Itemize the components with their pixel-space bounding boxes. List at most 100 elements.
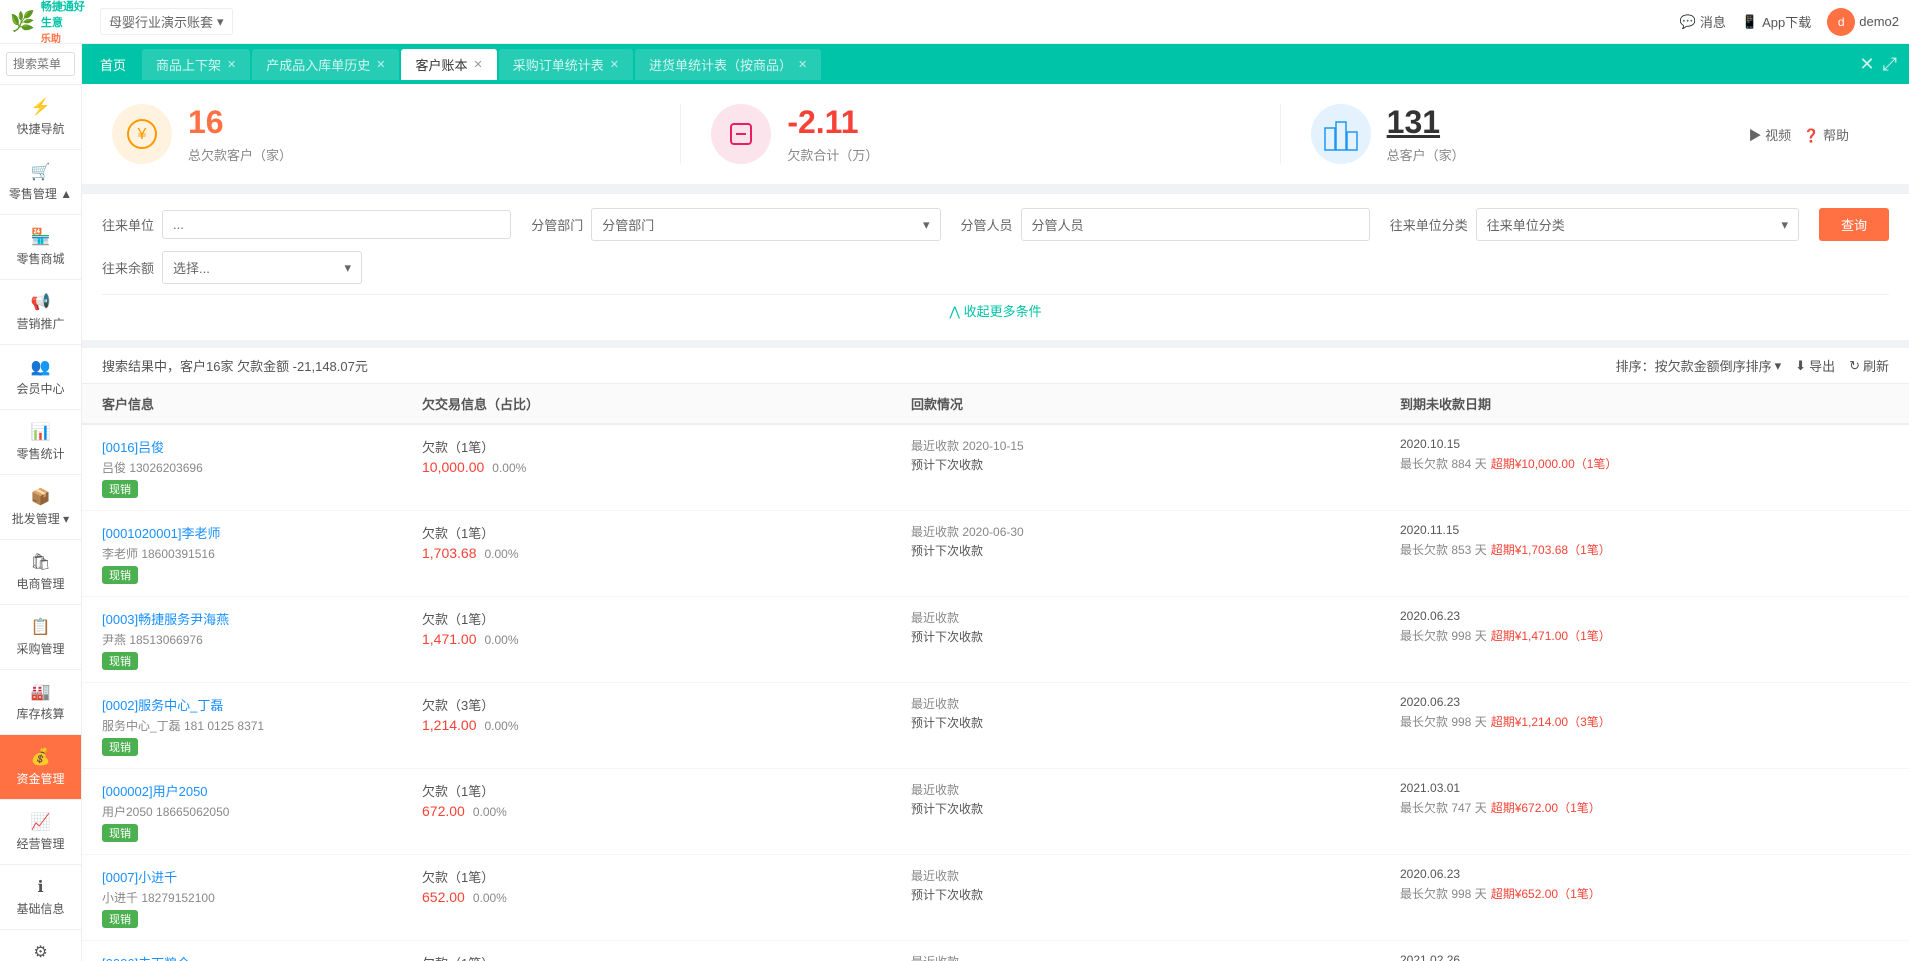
table-row: [0002]服务中心_丁磊 服务中心_丁磊 181 0125 8371 现销 欠… — [82, 683, 1909, 769]
retail-mgmt-icon: 🛒 — [0, 162, 81, 182]
query-button[interactable]: 查询 — [1819, 208, 1889, 241]
customer-name-6[interactable]: [0006]去下粮仓 — [102, 953, 422, 961]
filter-source-unit: 往来单位 ... — [102, 210, 511, 239]
table-row: [0007]小进千 小进千 18279152100 现销 欠款（1笔） 652.… — [82, 855, 1909, 941]
debt-customers-value: 16 — [188, 104, 292, 141]
debt-customers-icon: ¥ — [112, 104, 172, 164]
phone-icon: 📱 — [1742, 14, 1758, 30]
debt-amount-1: 1,703.68 — [422, 545, 477, 561]
overdue-link-1[interactable]: 超期¥1,703.68（1笔） — [1491, 543, 1611, 557]
tab-close-purchase-order[interactable]: ✕ — [610, 58, 619, 71]
tab-close-customer-account[interactable]: ✕ — [474, 58, 483, 71]
customer-name-3[interactable]: [0002]服务中心_丁磊 — [102, 695, 422, 714]
customer-sub-3: 服务中心_丁磊 181 0125 8371 — [102, 717, 422, 734]
customer-sub-1: 李老师 18600391516 — [102, 545, 422, 562]
unit-class-select[interactable]: 往来单位分类 ▾ — [1476, 208, 1799, 241]
customer-name-4[interactable]: [000002]用户2050 — [102, 781, 422, 800]
sidebar-item-sys[interactable]: ⚙ 系统管理 — [0, 930, 81, 961]
debt-cell-0: 欠款（1笔） 10,000.000.00% — [422, 437, 911, 475]
due-cell-1: 2020.11.15 最长欠款 853 天超期¥1,703.68（1笔） — [1400, 523, 1889, 558]
sidebar-item-wholesale[interactable]: 📦 批发管理 ▾ — [0, 475, 81, 540]
return-date-3: 最近收款 — [911, 695, 1400, 712]
sidebar-item-finance[interactable]: 💰 资金管理 — [0, 735, 81, 800]
filter-unit-class: 往来单位分类 往来单位分类 ▾ — [1390, 208, 1799, 241]
content-area: 首页 商品上下架 ✕ 产成品入库单历史 ✕ 客户账本 ✕ 采购订单统计表 ✕ — [82, 44, 1909, 961]
sidebar-item-basic-info[interactable]: ℹ 基础信息 — [0, 865, 81, 930]
tab-bar-controls: ✕ ⤢ — [1860, 54, 1906, 75]
tab-close-all-btn[interactable]: ✕ — [1860, 54, 1875, 75]
overdue-link-2[interactable]: 超期¥1,471.00（1笔） — [1491, 629, 1611, 643]
member-icon: 👥 — [0, 357, 81, 377]
tab-close-product-history[interactable]: ✕ — [376, 58, 385, 71]
purchase-icon: 📋 — [0, 617, 81, 637]
app-slogan: 乐助 — [41, 30, 90, 45]
export-btn[interactable]: ⬇ 导出 — [1795, 356, 1835, 375]
source-unit-input[interactable]: ... — [162, 210, 511, 239]
sidebar-item-retail-stats[interactable]: 📊 零售统计 — [0, 410, 81, 475]
sidebar-item-purchase[interactable]: 📋 采购管理 — [0, 605, 81, 670]
top-bar: 🌿 畅捷通好生意 乐助 母婴行业演示账套 ▾ 💬 消息 📱 App下载 d de… — [0, 0, 1909, 44]
sidebar-search-input[interactable] — [6, 52, 75, 76]
customer-cell-3: [0002]服务中心_丁磊 服务中心_丁磊 181 0125 8371 现销 — [102, 695, 422, 756]
sidebar-item-marketing[interactable]: 📢 营销推广 — [0, 280, 81, 345]
tab-product-history[interactable]: 产成品入库单历史 ✕ — [252, 49, 399, 80]
balance-label: 往来余额 — [102, 258, 154, 277]
return-cell-0: 最近收款 2020-10-15 预计下次收款 — [911, 437, 1400, 473]
chevron-icon: ▲ — [60, 187, 72, 201]
customer-tag-2: 现销 — [102, 652, 138, 670]
ops-icon: 📈 — [0, 812, 81, 832]
overdue-link-0[interactable]: 超期¥10,000.00（1笔） — [1491, 457, 1618, 471]
customer-cell-5: [0007]小进千 小进千 18279152100 现销 — [102, 867, 422, 928]
due-cell-2: 2020.06.23 最长欠款 998 天超期¥1,471.00（1笔） — [1400, 609, 1889, 644]
filter-row-2: 往来余额 选择... ▾ — [102, 251, 1889, 284]
sidebar-item-ops[interactable]: 📈 经营管理 — [0, 800, 81, 865]
message-btn[interactable]: 💬 消息 — [1680, 12, 1726, 31]
customer-name-1[interactable]: [0001020001]李老师 — [102, 523, 422, 542]
help-btn[interactable]: ❓ 帮助 — [1803, 125, 1849, 144]
overdue-link-3[interactable]: 超期¥1,214.00（3笔） — [1491, 715, 1611, 729]
refresh-btn[interactable]: ↻ 刷新 — [1849, 356, 1889, 375]
next-payment-5: 预计下次收款 — [911, 886, 1400, 903]
tab-bar: 首页 商品上下架 ✕ 产成品入库单历史 ✕ 客户账本 ✕ 采购订单统计表 ✕ — [82, 44, 1909, 84]
industry-selector[interactable]: 母婴行业演示账套 ▾ — [100, 8, 233, 35]
customer-cell-1: [0001020001]李老师 李老师 18600391516 现销 — [102, 523, 422, 584]
customer-name-5[interactable]: [0007]小进千 — [102, 867, 422, 886]
tab-home[interactable]: 首页 — [86, 49, 140, 80]
sidebar-item-quick-nav[interactable]: ⚡ 快捷导航 — [0, 85, 81, 150]
user-avatar[interactable]: d demo2 — [1827, 8, 1899, 36]
tab-close-incoming-stats[interactable]: ✕ — [798, 58, 807, 71]
balance-select[interactable]: 选择... ▾ — [162, 251, 362, 284]
app-download-btn[interactable]: 📱 App下载 — [1742, 12, 1811, 31]
customer-name-2[interactable]: [0003]畅捷服务尹海燕 — [102, 609, 422, 628]
customer-name-0[interactable]: [0016]吕俊 — [102, 437, 422, 456]
sidebar-item-retail-mall[interactable]: 🏪 零售商城 — [0, 215, 81, 280]
overdue-days-5: 最长欠款 998 天 — [1400, 887, 1487, 901]
chevron-down-icon: ▾ — [344, 260, 351, 276]
tab-customer-account[interactable]: 客户账本 ✕ — [401, 49, 496, 80]
overdue-link-4[interactable]: 超期¥672.00（1笔） — [1491, 801, 1601, 815]
tab-product-offshelf[interactable]: 商品上下架 ✕ — [142, 49, 250, 80]
tab-expand-btn[interactable]: ⤢ — [1883, 54, 1897, 75]
sidebar-item-inventory[interactable]: 🏭 库存核算 — [0, 670, 81, 735]
tab-purchase-order[interactable]: 采购订单统计表 ✕ — [499, 49, 633, 80]
tab-close-product-offshelf[interactable]: ✕ — [227, 58, 236, 71]
debt-customers-label: 总欠款客户（家） — [188, 145, 292, 164]
sidebar-item-member[interactable]: 👥 会员中心 — [0, 345, 81, 410]
stat-card-debt-customers: ¥ 16 总欠款客户（家） — [112, 104, 681, 164]
due-cell-4: 2021.03.01 最长欠款 747 天超期¥672.00（1笔） — [1400, 781, 1889, 816]
overdue-link-5[interactable]: 超期¥652.00（1笔） — [1491, 887, 1601, 901]
debt-count-2: 欠款（1笔） — [422, 609, 911, 628]
filter-row-1: 往来单位 ... 分管部门 分管部门 ▾ — [102, 208, 1889, 241]
view-video-btn[interactable]: ▶ 视频 — [1749, 125, 1792, 144]
sort-select[interactable]: 排序：按欠款金额倒序排序 ▾ — [1616, 356, 1782, 375]
sidebar-item-retail-mgmt[interactable]: 🛒 零售管理 ▲ — [0, 150, 81, 215]
table-row: [000002]用户2050 用户2050 18665062050 现销 欠款（… — [82, 769, 1909, 855]
sidebar-item-ecommerce[interactable]: 🛍 电商管理 — [0, 540, 81, 605]
collapse-filters-btn[interactable]: ⋀ 收起更多条件 — [102, 294, 1889, 326]
manager-input[interactable]: 分管人员 — [1021, 208, 1370, 241]
tab-incoming-stats[interactable]: 进货单统计表（按商品） ✕ — [635, 49, 821, 80]
dept-select[interactable]: 分管部门 ▾ — [591, 208, 940, 241]
debt-amount-4: 672.00 — [422, 803, 465, 819]
customer-cell-0: [0016]吕俊 吕俊 13026203696 现销 — [102, 437, 422, 498]
return-cell-6: 最近收款 预计下次收款 — [911, 953, 1400, 961]
